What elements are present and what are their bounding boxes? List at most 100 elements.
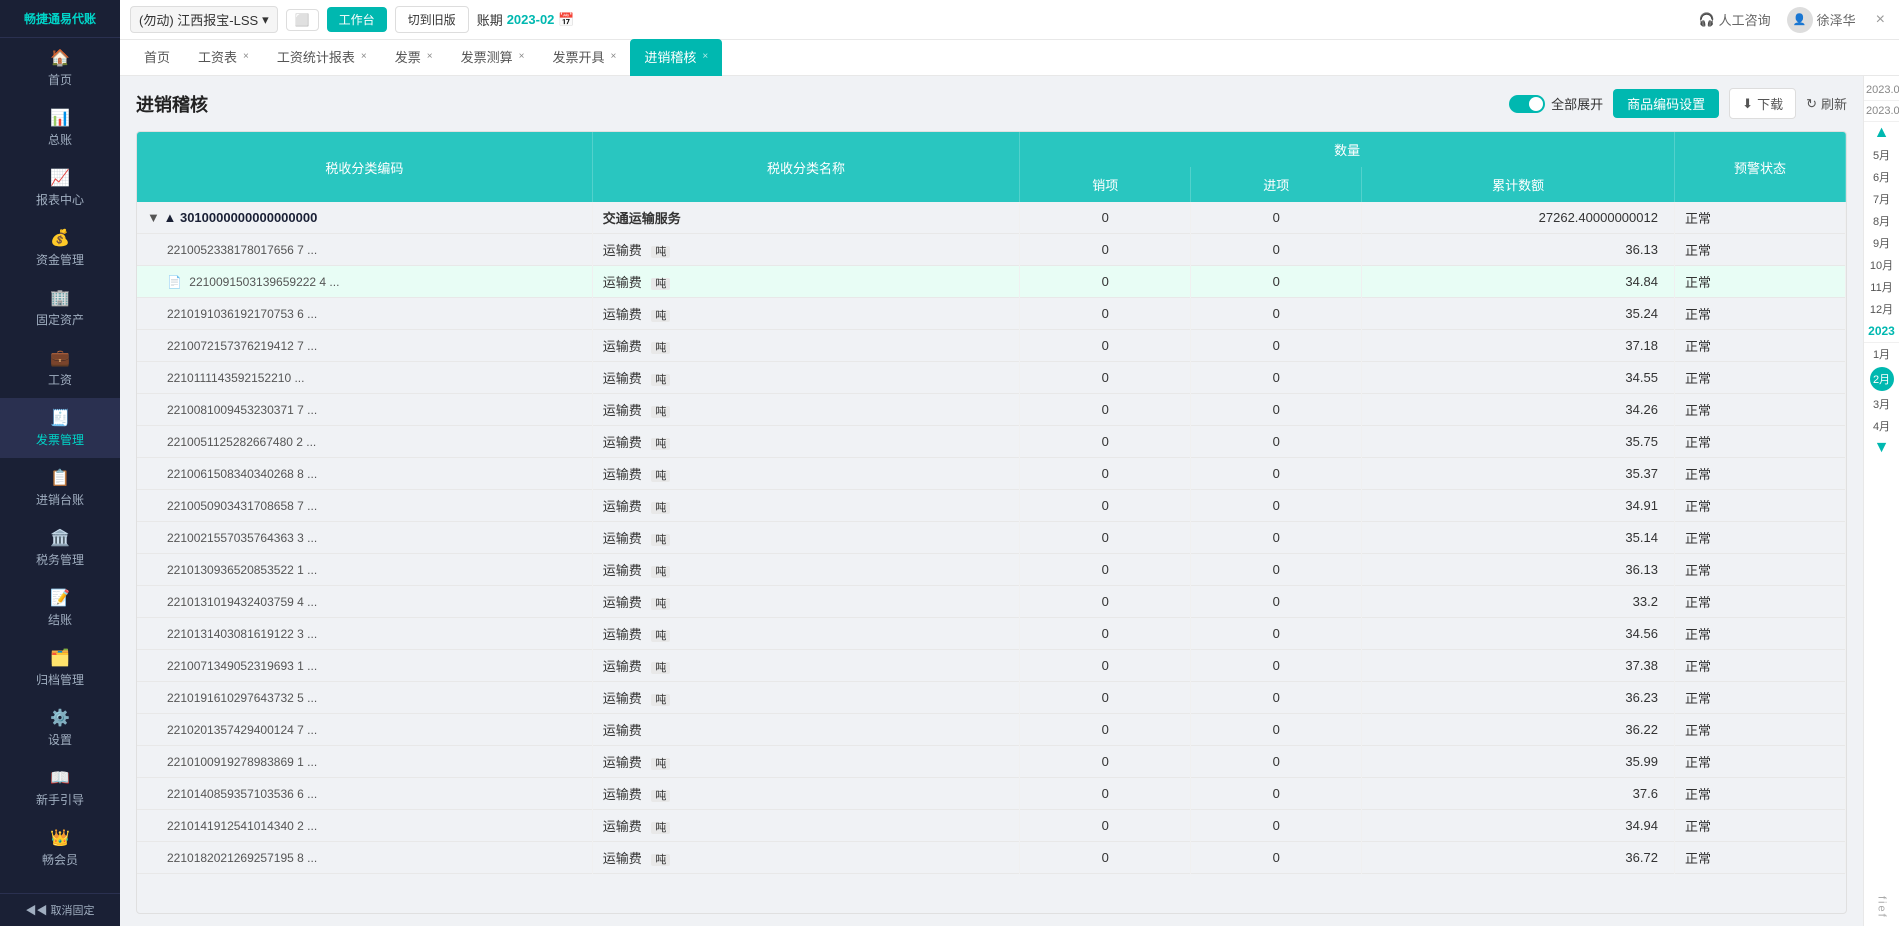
close-tab-salary-stats[interactable]: × bbox=[361, 51, 367, 62]
th-status: 预警状态 bbox=[1674, 132, 1845, 202]
download-button[interactable]: ⬇ 下载 bbox=[1729, 88, 1796, 119]
sidebar-label-salary: 工资 bbox=[48, 371, 72, 388]
tab-salary-stats[interactable]: 工资统计报表 × bbox=[263, 39, 381, 76]
table-row: 2210100919278983869 1 ... 运输费 吨 0 0 35.9… bbox=[137, 746, 1846, 778]
close-window-button[interactable]: × bbox=[1872, 11, 1889, 29]
sidebar-label-member: 畅会员 bbox=[42, 851, 78, 868]
sidebar-item-purchase-ledger[interactable]: 📋 进销台账 bbox=[0, 458, 120, 518]
month-2-active[interactable]: 2月 bbox=[1870, 367, 1894, 391]
tab-invoice[interactable]: 发票 × bbox=[381, 39, 447, 76]
support-button[interactable]: 🎧 人工咨询 bbox=[1698, 10, 1770, 29]
expand-toggle[interactable] bbox=[1509, 95, 1545, 113]
calendar-icon[interactable]: 📅 bbox=[558, 12, 574, 28]
tab-home[interactable]: 首页 bbox=[130, 39, 184, 76]
td-code: ▼ ▲ 3010000000000000000 bbox=[137, 202, 592, 234]
company-selector[interactable]: (勿动) 江西报宝-LSS ▾ bbox=[130, 6, 278, 33]
month-8[interactable]: 8月 bbox=[1864, 210, 1899, 232]
tab-salary-table[interactable]: 工资表 × bbox=[184, 39, 263, 76]
month-1[interactable]: 1月 bbox=[1864, 343, 1899, 365]
month-12[interactable]: 12月 bbox=[1864, 298, 1899, 320]
app-name: 畅捷通易代账 bbox=[24, 12, 96, 26]
sidebar-item-salary[interactable]: 💼 工资 bbox=[0, 338, 120, 398]
year-label-2023-top2: 2023.02 bbox=[1864, 101, 1899, 122]
td-status: 正常 bbox=[1674, 490, 1845, 522]
sidebar-item-member[interactable]: 👑 畅会员 bbox=[0, 818, 120, 878]
td-name: 运输费 吨 bbox=[592, 522, 1020, 554]
tab-invoice-calc[interactable]: 发票测算 × bbox=[447, 39, 539, 76]
close-tab-salary[interactable]: × bbox=[243, 51, 249, 62]
assets-icon: 🏢 bbox=[50, 288, 70, 308]
month-3[interactable]: 3月 bbox=[1864, 393, 1899, 415]
funds-icon: 💰 bbox=[50, 228, 70, 248]
close-tab-invoice-issue[interactable]: × bbox=[610, 51, 616, 62]
nav-down-button[interactable]: ▼ bbox=[1872, 437, 1892, 459]
sidebar-item-funds[interactable]: 💰 资金管理 bbox=[0, 218, 120, 278]
close-tab-invoice-calc[interactable]: × bbox=[519, 51, 525, 62]
month-7[interactable]: 7月 bbox=[1864, 188, 1899, 210]
copy-button[interactable]: ⬜ bbox=[286, 9, 319, 31]
td-cumulative: 34.26 bbox=[1362, 394, 1675, 426]
table-row: 2210051125282667480 2 ... 运输费 吨 0 0 35.7… bbox=[137, 426, 1846, 458]
close-tab-sale-check[interactable]: × bbox=[702, 51, 708, 62]
td-name: 运输费 吨 bbox=[592, 682, 1020, 714]
avatar: 👤 bbox=[1787, 7, 1813, 33]
sidebar-item-guide[interactable]: 📖 新手引导 bbox=[0, 758, 120, 818]
month-5[interactable]: 5月 bbox=[1864, 144, 1899, 166]
month-6[interactable]: 6月 bbox=[1864, 166, 1899, 188]
tab-invoice-issue[interactable]: 发票开具 × bbox=[538, 39, 630, 76]
td-name: 运输费 吨 bbox=[592, 554, 1020, 586]
td-name: 运输费 吨 bbox=[592, 618, 1020, 650]
td-name: 运输费 吨 bbox=[592, 266, 1020, 298]
page-actions: 全部展开 商品编码设置 ⬇ 下载 ↻ 刷新 bbox=[1509, 88, 1847, 119]
toggle-label: 全部展开 bbox=[1551, 94, 1603, 113]
settings-icon: ⚙️ bbox=[50, 708, 70, 728]
sidebar-item-settings[interactable]: ⚙️ 设置 bbox=[0, 698, 120, 758]
switch-version-button[interactable]: 切到旧版 bbox=[395, 6, 469, 33]
sidebar-item-home[interactable]: 🏠 首页 bbox=[0, 38, 120, 98]
workspace-button[interactable]: 工作台 bbox=[327, 7, 387, 32]
table-row: 2210131019432403759 4 ... 运输费 吨 0 0 33.2… bbox=[137, 586, 1846, 618]
nav-up-button[interactable]: ▲ bbox=[1872, 122, 1892, 144]
sidebar-item-ledger[interactable]: 📊 总账 bbox=[0, 98, 120, 158]
sidebar-item-archive[interactable]: 🗂️ 归档管理 bbox=[0, 638, 120, 698]
sidebar-label-ledger: 总账 bbox=[48, 131, 72, 148]
td-purchase: 0 bbox=[1191, 426, 1362, 458]
sidebar-item-reports[interactable]: 📈 报表中心 bbox=[0, 158, 120, 218]
tax-icon: 🏛️ bbox=[50, 528, 70, 548]
td-name: 运输费 bbox=[592, 714, 1020, 746]
month-11[interactable]: 11月 bbox=[1864, 276, 1899, 298]
sidebar-item-invoice[interactable]: 🧾 发票管理 bbox=[0, 398, 120, 458]
sidebar-bottom-pin[interactable]: ◀◀ 取消固定 bbox=[0, 893, 120, 926]
expand-icon[interactable]: ▼ bbox=[147, 210, 160, 225]
refresh-button[interactable]: ↻ 刷新 bbox=[1806, 94, 1847, 113]
td-name: 运输费 吨 bbox=[592, 810, 1020, 842]
month-4[interactable]: 4月 bbox=[1864, 415, 1899, 437]
sidebar-item-checkout[interactable]: 📝 结账 bbox=[0, 578, 120, 638]
table-row: 2210021557035764363 3 ... 运输费 吨 0 0 35.1… bbox=[137, 522, 1846, 554]
month-10[interactable]: 10月 bbox=[1864, 254, 1899, 276]
sidebar-label-funds: 资金管理 bbox=[36, 251, 84, 268]
tab-sale-check[interactable]: 进销稽核 × bbox=[630, 39, 722, 76]
sidebar-item-tax[interactable]: 🏛️ 税务管理 bbox=[0, 518, 120, 578]
td-invoice-no: 2210052338178017656 7 ... bbox=[137, 234, 592, 266]
close-tab-invoice[interactable]: × bbox=[427, 51, 433, 62]
period-value: 2023-02 bbox=[507, 12, 555, 27]
td-purchase: 0 bbox=[1191, 362, 1362, 394]
td-purchase: 0 bbox=[1191, 266, 1362, 298]
td-name: 运输费 吨 bbox=[592, 234, 1020, 266]
file-icon: 📄 bbox=[167, 275, 182, 289]
fief-label: fief bbox=[1876, 896, 1888, 922]
table-row: 2210071349052319693 1 ... 运输费 吨 0 0 37.3… bbox=[137, 650, 1846, 682]
sidebar-item-assets[interactable]: 🏢 固定资产 bbox=[0, 278, 120, 338]
td-sale: 0 bbox=[1020, 202, 1191, 234]
td-status: 正常 bbox=[1674, 586, 1845, 618]
page-header: 进销稽核 全部展开 商品编码设置 ⬇ 下载 ↻ 刷新 bbox=[136, 88, 1847, 119]
td-sale: 0 bbox=[1020, 618, 1191, 650]
td-name: 运输费 吨 bbox=[592, 778, 1020, 810]
settings-button[interactable]: 商品编码设置 bbox=[1613, 89, 1719, 118]
td-status: 正常 bbox=[1674, 714, 1845, 746]
sidebar-bottom-label: ◀◀ 取消固定 bbox=[25, 905, 94, 917]
month-9[interactable]: 9月 bbox=[1864, 232, 1899, 254]
th-code: 税收分类编码 bbox=[137, 132, 592, 202]
user-menu[interactable]: 👤 徐泽华 bbox=[1787, 7, 1856, 33]
